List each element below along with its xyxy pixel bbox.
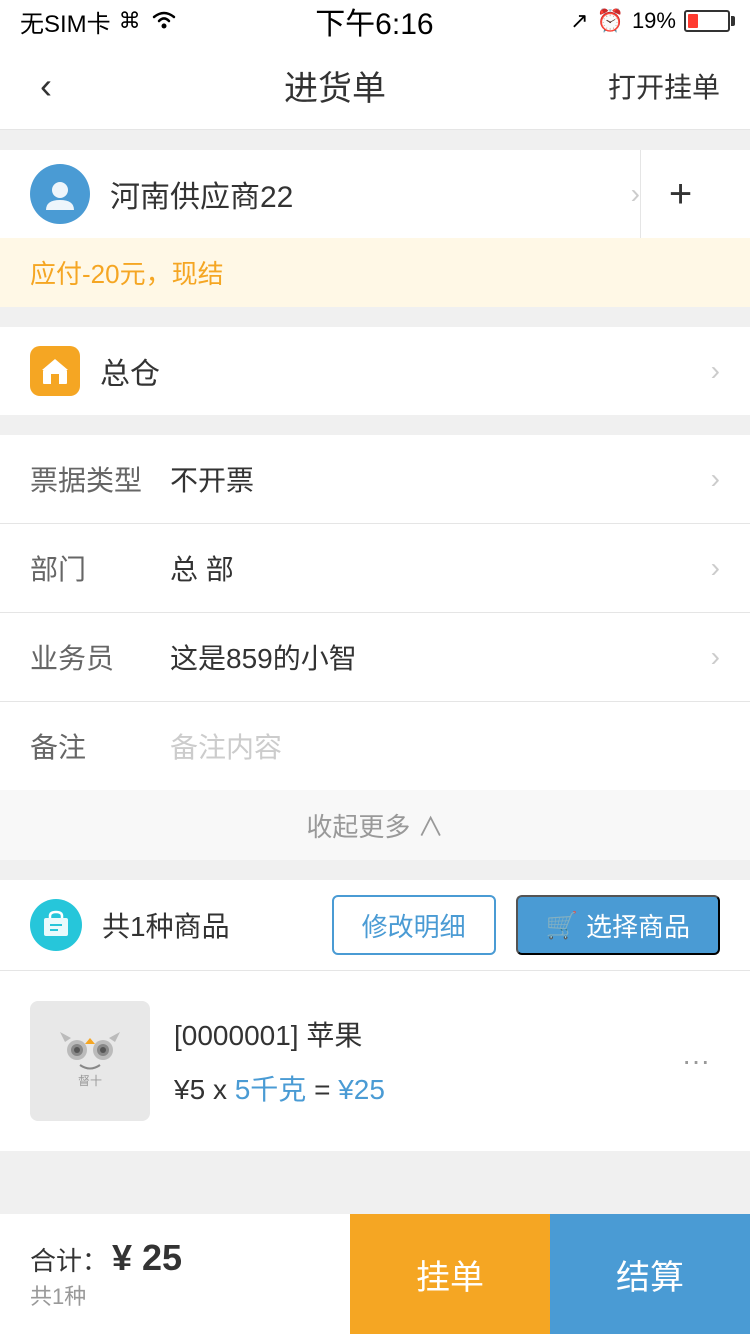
invoice-type-chevron-icon: › [711, 463, 720, 495]
products-header: 共1种商品 修改明细 🛒 选择商品 [0, 880, 750, 970]
battery-percent: 19% [632, 8, 676, 34]
supplier-section: 河南供应商22 › + 应付-20元，现结 [0, 150, 750, 307]
product-id: [0000001] [174, 1020, 299, 1051]
salesman-row[interactable]: 业务员 这是859的小智 › [0, 613, 750, 701]
select-product-label: 选择商品 [586, 907, 690, 944]
department-value: 总 部 [170, 548, 711, 588]
section-divider-4 [0, 860, 750, 880]
supplier-row[interactable]: 河南供应商22 › + [0, 150, 750, 238]
product-price-row: ¥5 x 5千克 = ¥25 [174, 1068, 648, 1108]
warehouse-name: 总仓 [100, 349, 711, 393]
collapse-label: 收起更多 ∧ [306, 807, 443, 844]
status-left: 无SIM卡 ⌘ [20, 4, 179, 39]
remarks-input[interactable]: 备注内容 [170, 726, 720, 766]
invoice-type-row[interactable]: 票据类型 不开票 › [0, 435, 750, 523]
salesman-chevron-icon: › [711, 641, 720, 673]
form-section: 票据类型 不开票 › 部门 总 部 › 业务员 这是859的小智 › 备注 备注… [0, 435, 750, 790]
section-divider-2 [0, 307, 750, 327]
product-count-icon [30, 899, 82, 951]
product-info: [0000001] 苹果 ¥5 x 5千克 = ¥25 [174, 1014, 648, 1108]
remarks-row[interactable]: 备注 备注内容 [0, 702, 750, 790]
salesman-value: 这是859的小智 [170, 637, 711, 677]
product-item: 督十 [0000001] 苹果 ¥5 x 5千克 = ¥25 ··· [0, 971, 750, 1151]
total-amount: ¥ 25 [112, 1237, 182, 1279]
product-name: [0000001] 苹果 [174, 1014, 648, 1054]
select-product-button[interactable]: 🛒 选择商品 [516, 895, 720, 955]
product-title-text: 苹果 [306, 1020, 362, 1051]
invoice-type-label: 票据类型 [30, 459, 170, 499]
select-product-icon: 🛒 [546, 910, 578, 941]
product-count-text: 共1种商品 [102, 905, 312, 945]
supplier-avatar [30, 164, 90, 224]
product-total: ¥25 [338, 1074, 385, 1105]
open-pending-button[interactable]: 打开挂单 [608, 66, 720, 106]
location-icon: ↗ [570, 8, 588, 34]
salesman-label: 业务员 [30, 637, 170, 677]
carrier-text: 无SIM卡 [20, 4, 111, 39]
total-label: 合计： [30, 1241, 108, 1278]
section-divider-1 [0, 130, 750, 150]
status-time: 下午6:16 [315, 0, 433, 43]
svg-text:督十: 督十 [78, 1073, 102, 1088]
product-multiply: x [213, 1074, 235, 1105]
wifi-signal [149, 7, 179, 36]
supplier-chevron-icon: › [631, 178, 640, 210]
product-more-button[interactable]: ··· [672, 1035, 720, 1087]
total-count: 共1种 [30, 1279, 320, 1311]
remarks-label: 备注 [30, 726, 170, 766]
warehouse-row[interactable]: 总仓 › [0, 327, 750, 415]
settle-label: 结算 [616, 1250, 684, 1299]
status-bar: 无SIM卡 ⌘ 下午6:16 ↗ ⏰ 19% [0, 0, 750, 42]
battery-icon [684, 10, 730, 32]
alarm-icon: ⏰ [597, 8, 624, 34]
status-right: ↗ ⏰ 19% [570, 8, 730, 34]
edit-details-button[interactable]: 修改明细 [332, 895, 496, 955]
department-row[interactable]: 部门 总 部 › [0, 524, 750, 612]
warehouse-icon [30, 346, 80, 396]
edit-details-label: 修改明细 [362, 907, 466, 944]
section-divider-3 [0, 415, 750, 435]
warehouse-chevron-icon: › [711, 355, 720, 387]
invoice-type-value: 不开票 [170, 459, 711, 499]
warehouse-section: 总仓 › [0, 327, 750, 415]
pending-label: 挂单 [416, 1250, 484, 1299]
product-quantity: 5千克 [235, 1074, 307, 1105]
settle-button[interactable]: 结算 [550, 1214, 750, 1334]
product-unit-price: ¥5 [174, 1074, 205, 1105]
collapse-toggle[interactable]: 收起更多 ∧ [0, 790, 750, 860]
pending-button[interactable]: 挂单 [350, 1214, 550, 1334]
product-thumb-owl-icon: 督十 [55, 1020, 125, 1102]
wifi-icon: ⌘ [119, 8, 141, 34]
department-label: 部门 [30, 548, 170, 588]
page-title: 进货单 [284, 61, 386, 110]
supplier-name: 河南供应商22 [110, 172, 631, 216]
back-button[interactable]: ‹ [30, 55, 62, 117]
bottom-bar: 合计： ¥ 25 共1种 挂单 结算 [0, 1214, 750, 1334]
product-thumbnail: 督十 [30, 1001, 150, 1121]
add-supplier-button[interactable]: + [640, 150, 720, 238]
department-chevron-icon: › [711, 552, 720, 584]
supplier-notice: 应付-20元，现结 [0, 238, 750, 307]
total-section: 合计： ¥ 25 共1种 [0, 1214, 350, 1334]
product-equals: = [314, 1074, 338, 1105]
nav-bar: ‹ 进货单 打开挂单 [0, 42, 750, 130]
